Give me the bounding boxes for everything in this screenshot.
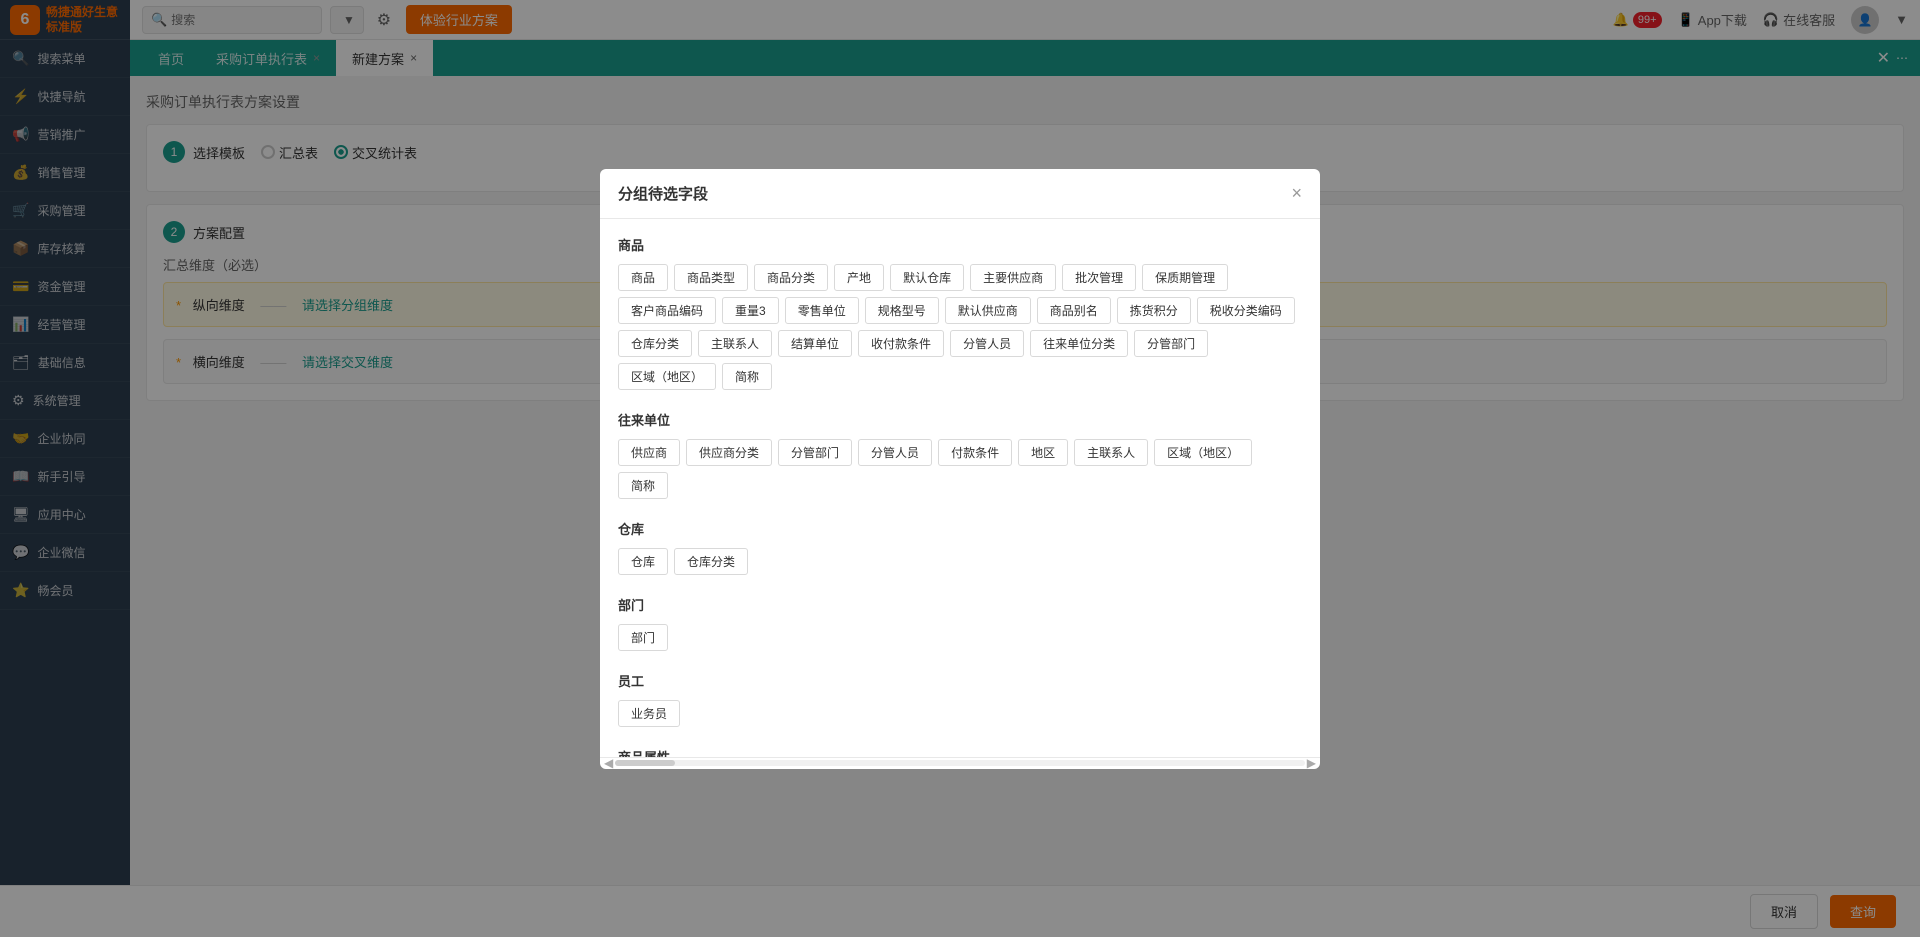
section-0: 商品商品商品类型商品分类产地默认仓库主要供应商批次管理保质期管理客户商品编码重量… [618,235,1302,390]
field-tag-0-5[interactable]: 主要供应商 [970,264,1056,291]
hscroll-thumb [615,760,675,766]
field-tag-0-2[interactable]: 商品分类 [754,264,828,291]
field-tag-0-22[interactable]: 分管部门 [1134,330,1208,357]
field-tag-1-2[interactable]: 分管部门 [778,439,852,466]
section-title-5: 商品属性 [618,747,1302,757]
field-tag-1-1[interactable]: 供应商分类 [686,439,772,466]
field-tag-0-12[interactable]: 默认供应商 [945,297,1031,324]
field-tag-3-0[interactable]: 部门 [618,624,668,651]
field-tag-0-23[interactable]: 区域（地区） [618,363,716,390]
field-tag-0-17[interactable]: 主联系人 [698,330,772,357]
field-tag-1-3[interactable]: 分管人员 [858,439,932,466]
modal-body: 商品商品商品类型商品分类产地默认仓库主要供应商批次管理保质期管理客户商品编码重量… [600,219,1320,757]
field-tags-2: 仓库仓库分类 [618,548,1302,575]
modal-header: 分组待选字段 × [600,169,1320,219]
section-title-1: 往来单位 [618,410,1302,429]
field-tag-1-6[interactable]: 主联系人 [1074,439,1148,466]
section-4: 员工业务员 [618,671,1302,727]
section-title-0: 商品 [618,235,1302,254]
field-tag-1-0[interactable]: 供应商 [618,439,680,466]
section-title-4: 员工 [618,671,1302,690]
field-tags-4: 业务员 [618,700,1302,727]
modal-title: 分组待选字段 [618,183,708,204]
field-tag-1-7[interactable]: 区域（地区） [1154,439,1252,466]
field-tag-0-11[interactable]: 规格型号 [865,297,939,324]
hscroll-right[interactable]: ▶ [1305,756,1318,770]
section-title-2: 仓库 [618,519,1302,538]
section-3: 部门部门 [618,595,1302,651]
modal-hscroll[interactable]: ◀ ▶ [600,757,1320,769]
field-tag-0-1[interactable]: 商品类型 [674,264,748,291]
field-tag-0-18[interactable]: 结算单位 [778,330,852,357]
modal: 分组待选字段 × 商品商品商品类型商品分类产地默认仓库主要供应商批次管理保质期管… [600,169,1320,769]
field-tag-0-0[interactable]: 商品 [618,264,668,291]
field-tag-0-20[interactable]: 分管人员 [950,330,1024,357]
field-tag-0-21[interactable]: 往来单位分类 [1030,330,1128,357]
section-5: 商品属性属性颜色多规格尺码鞋码1 [618,747,1302,757]
section-title-3: 部门 [618,595,1302,614]
hscroll-left[interactable]: ◀ [602,756,615,770]
field-tag-0-13[interactable]: 商品别名 [1037,297,1111,324]
field-tags-1: 供应商供应商分类分管部门分管人员付款条件地区主联系人区域（地区） 简称 [618,439,1302,499]
field-tag-2-1[interactable]: 仓库分类 [674,548,748,575]
field-tag-0-15[interactable]: 税收分类编码 [1197,297,1295,324]
field-tag-0-3[interactable]: 产地 [834,264,884,291]
field-tag-4-0[interactable]: 业务员 [618,700,680,727]
field-tag-0-19[interactable]: 收付款条件 [858,330,944,357]
field-tag-0-14[interactable]: 拣货积分 [1117,297,1191,324]
modal-close-icon[interactable]: × [1291,183,1302,204]
section-2: 仓库仓库仓库分类 [618,519,1302,575]
field-tag-2-0[interactable]: 仓库 [618,548,668,575]
section-1: 往来单位供应商供应商分类分管部门分管人员付款条件地区主联系人区域（地区） 简称 [618,410,1302,499]
field-tag-1-8[interactable]: 简称 [618,472,668,499]
field-tags-0: 商品商品类型商品分类产地默认仓库主要供应商批次管理保质期管理客户商品编码重量3零… [618,264,1302,390]
field-tag-0-7[interactable]: 保质期管理 [1142,264,1228,291]
field-tag-0-9[interactable]: 重量3 [722,297,779,324]
field-tag-0-16[interactable]: 仓库分类 [618,330,692,357]
field-tag-1-4[interactable]: 付款条件 [938,439,1012,466]
field-tag-0-24[interactable]: 简称 [722,363,772,390]
field-tag-0-8[interactable]: 客户商品编码 [618,297,716,324]
field-tags-3: 部门 [618,624,1302,651]
hscroll-track [615,760,1305,766]
field-tag-0-6[interactable]: 批次管理 [1062,264,1136,291]
field-tag-0-10[interactable]: 零售单位 [785,297,859,324]
field-tag-0-4[interactable]: 默认仓库 [890,264,964,291]
field-tag-1-5[interactable]: 地区 [1018,439,1068,466]
